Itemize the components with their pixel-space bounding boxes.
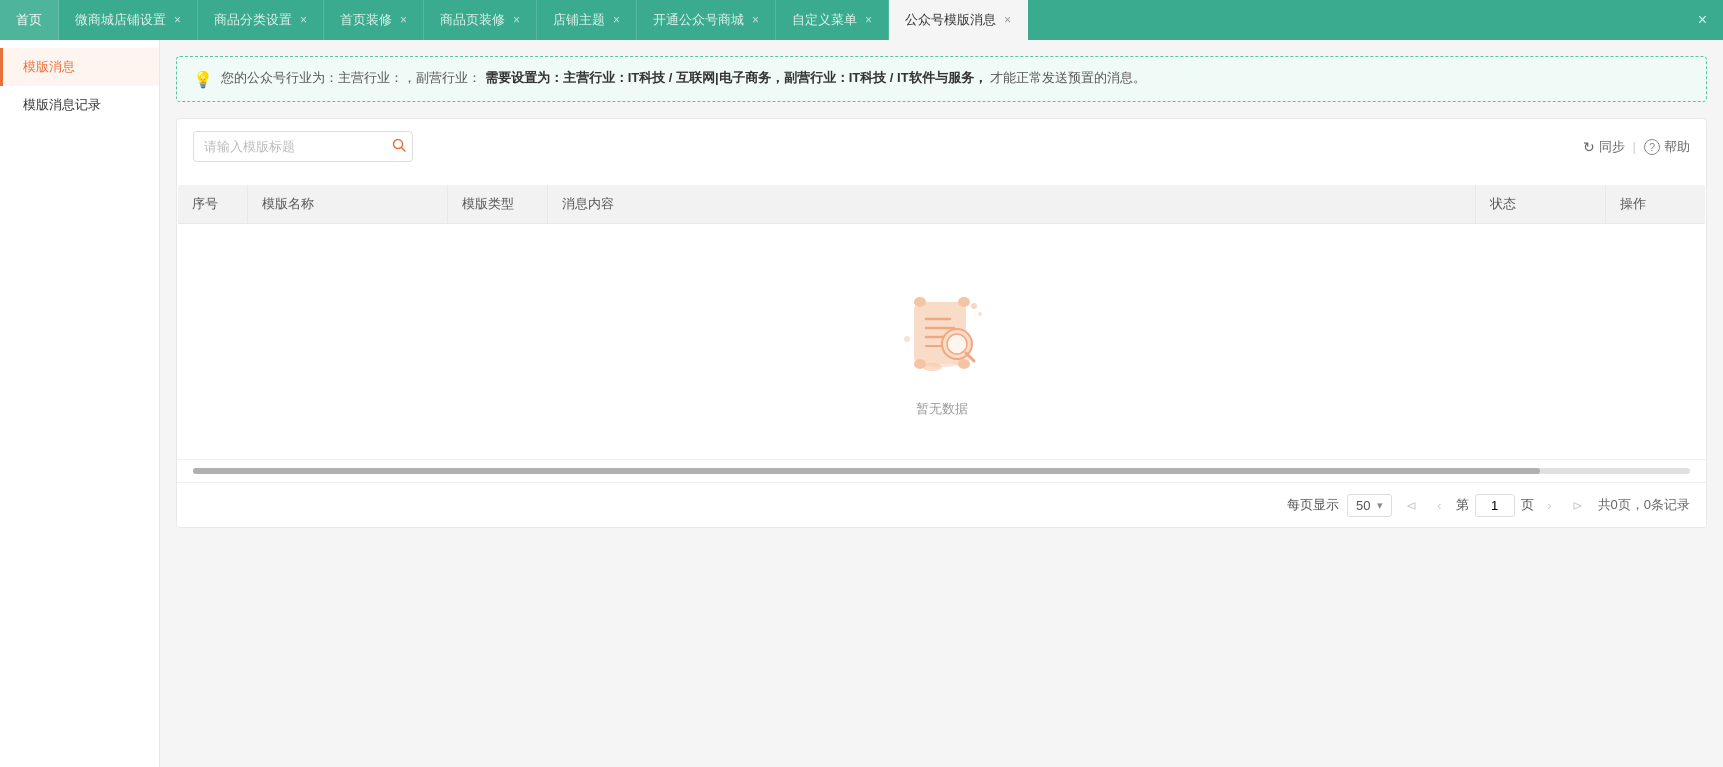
sidebar: 模版消息 模版消息记录 bbox=[0, 40, 160, 767]
sync-button[interactable]: ↻ 同步 bbox=[1583, 138, 1625, 156]
pagination: 每页显示 50 ▾ ⊲ ‹ 第 页 › bbox=[177, 482, 1706, 527]
notice-icon: 💡 bbox=[193, 70, 213, 89]
data-table: 序号 模版名称 模版类型 消息内容 状态 bbox=[177, 184, 1706, 459]
tab-open-mall-close[interactable]: × bbox=[752, 13, 759, 27]
pagination-last-button[interactable]: ⊳ bbox=[1566, 493, 1590, 517]
tab-template-msg-close[interactable]: × bbox=[1004, 13, 1011, 27]
svg-point-7 bbox=[958, 359, 970, 369]
toolbar-right: ↻ 同步 | ? 帮助 bbox=[1583, 138, 1690, 156]
tab-product-decoration[interactable]: 商品页装修 × bbox=[424, 0, 537, 40]
pagination-prev-button[interactable]: ‹ bbox=[1428, 493, 1452, 517]
pagination-first-button[interactable]: ⊲ bbox=[1400, 493, 1424, 517]
col-operation: 操作 bbox=[1606, 185, 1706, 224]
page-prefix: 第 bbox=[1456, 496, 1469, 514]
notice-suffix: 才能正常发送预置的消息。 bbox=[990, 70, 1146, 85]
notice-highlight: 需要设置为：主营行业：IT科技 / 互联网|电子商务，副营行业：IT科技 / I… bbox=[485, 70, 987, 85]
page-size-value: 50 bbox=[1356, 498, 1370, 513]
search-box bbox=[193, 131, 413, 162]
table-body: 暂无数据 bbox=[178, 224, 1706, 459]
page-size-label: 每页显示 bbox=[1287, 496, 1339, 514]
tab-template-msg-label: 公众号模版消息 bbox=[905, 11, 996, 29]
col-template-type: 模版类型 bbox=[448, 185, 548, 224]
tab-bar: 首页 微商城店铺设置 × 商品分类设置 × 首页装修 × 商品页装修 × 店铺主… bbox=[0, 0, 1723, 40]
page-suffix: 页 bbox=[1521, 496, 1534, 514]
pagination-current: 第 页 bbox=[1456, 494, 1534, 517]
col-index: 序号 bbox=[178, 185, 248, 224]
search-icon bbox=[392, 138, 406, 152]
svg-point-16 bbox=[978, 312, 982, 316]
pagination-total: 共0页，0条记录 bbox=[1598, 496, 1690, 514]
svg-line-1 bbox=[402, 148, 406, 152]
table-header: 序号 模版名称 模版类型 消息内容 状态 bbox=[178, 185, 1706, 224]
col-status: 状态 bbox=[1476, 185, 1606, 224]
tab-product-decoration-label: 商品页装修 bbox=[440, 11, 505, 29]
scroll-track[interactable] bbox=[193, 468, 1690, 474]
empty-illustration bbox=[892, 284, 992, 384]
table-wrapper: ↻ 同步 | ? 帮助 序号 bbox=[176, 118, 1707, 528]
notice-text: 您的公众号行业为：主营行业：，副营行业： 需要设置为：主营行业：IT科技 / 互… bbox=[221, 69, 1146, 87]
help-icon: ? bbox=[1644, 139, 1660, 155]
empty-svg bbox=[892, 284, 992, 384]
tab-wsc-settings-close[interactable]: × bbox=[174, 13, 181, 27]
svg-point-15 bbox=[971, 303, 977, 309]
tab-custom-menu[interactable]: 自定义菜单 × bbox=[776, 0, 889, 40]
tab-product-decoration-close[interactable]: × bbox=[513, 13, 520, 27]
tab-custom-menu-close[interactable]: × bbox=[865, 13, 872, 27]
tab-store-theme-close[interactable]: × bbox=[613, 13, 620, 27]
notice-prefix: 您的公众号行业为：主营行业：，副营行业： bbox=[221, 70, 481, 85]
tab-home-label: 首页 bbox=[16, 11, 42, 29]
svg-point-6 bbox=[958, 297, 970, 307]
svg-point-13 bbox=[947, 334, 967, 354]
notice-box: 💡 您的公众号行业为：主营行业：，副营行业： 需要设置为：主营行业：IT科技 /… bbox=[176, 56, 1707, 102]
svg-point-4 bbox=[914, 297, 926, 307]
tab-custom-menu-label: 自定义菜单 bbox=[792, 11, 857, 29]
tab-product-category-label: 商品分类设置 bbox=[214, 11, 292, 29]
tab-home-decoration-close[interactable]: × bbox=[400, 13, 407, 27]
tab-bar-close-all[interactable]: × bbox=[1682, 11, 1723, 29]
tab-product-category[interactable]: 商品分类设置 × bbox=[198, 0, 324, 40]
page-size-select[interactable]: 50 ▾ bbox=[1347, 494, 1391, 517]
scroll-bar-container[interactable] bbox=[177, 459, 1706, 482]
toolbar-divider: | bbox=[1633, 139, 1636, 154]
page-number-input[interactable] bbox=[1475, 494, 1515, 517]
tab-template-msg[interactable]: 公众号模版消息 × bbox=[889, 0, 1028, 40]
tab-store-theme[interactable]: 店铺主题 × bbox=[537, 0, 637, 40]
col-template-name: 模版名称 bbox=[248, 185, 448, 224]
sidebar-item-template-msg-record[interactable]: 模版消息记录 bbox=[0, 86, 159, 124]
empty-state-row: 暂无数据 bbox=[178, 224, 1706, 459]
search-input[interactable] bbox=[194, 133, 382, 160]
sidebar-item-template-msg[interactable]: 模版消息 bbox=[0, 48, 159, 86]
sidebar-item-template-msg-label: 模版消息 bbox=[23, 59, 75, 74]
col-message-content: 消息内容 bbox=[548, 185, 1476, 224]
tab-home-decoration[interactable]: 首页装修 × bbox=[324, 0, 424, 40]
search-button[interactable] bbox=[382, 132, 413, 161]
tab-wsc-settings-label: 微商城店铺设置 bbox=[75, 11, 166, 29]
pagination-next-button[interactable]: › bbox=[1538, 493, 1562, 517]
toolbar: ↻ 同步 | ? 帮助 bbox=[177, 119, 1706, 174]
sync-label: 同步 bbox=[1599, 138, 1625, 156]
tab-wsc-settings[interactable]: 微商城店铺设置 × bbox=[59, 0, 198, 40]
help-label: 帮助 bbox=[1664, 138, 1690, 156]
sidebar-item-template-msg-record-label: 模版消息记录 bbox=[23, 97, 101, 112]
tab-open-mall-label: 开通公众号商城 bbox=[653, 11, 744, 29]
help-button[interactable]: ? 帮助 bbox=[1644, 138, 1690, 156]
tab-home-decoration-label: 首页装修 bbox=[340, 11, 392, 29]
tab-open-mall[interactable]: 开通公众号商城 × bbox=[637, 0, 776, 40]
tab-product-category-close[interactable]: × bbox=[300, 13, 307, 27]
empty-state: 暂无数据 bbox=[178, 224, 1705, 458]
pagination-nav: ⊲ ‹ 第 页 › ⊳ bbox=[1400, 493, 1590, 517]
scroll-thumb[interactable] bbox=[193, 468, 1540, 474]
page-size-dropdown-icon: ▾ bbox=[1377, 499, 1383, 512]
tab-home[interactable]: 首页 bbox=[0, 0, 59, 40]
empty-text: 暂无数据 bbox=[178, 400, 1705, 418]
sync-icon: ↻ bbox=[1583, 139, 1595, 155]
svg-point-17 bbox=[904, 336, 910, 342]
svg-point-18 bbox=[922, 363, 942, 371]
main-layout: 模版消息 模版消息记录 💡 您的公众号行业为：主营行业：，副营行业： 需要设置为… bbox=[0, 40, 1723, 767]
content-area: 💡 您的公众号行业为：主营行业：，副营行业： 需要设置为：主营行业：IT科技 /… bbox=[160, 40, 1723, 767]
tab-store-theme-label: 店铺主题 bbox=[553, 11, 605, 29]
